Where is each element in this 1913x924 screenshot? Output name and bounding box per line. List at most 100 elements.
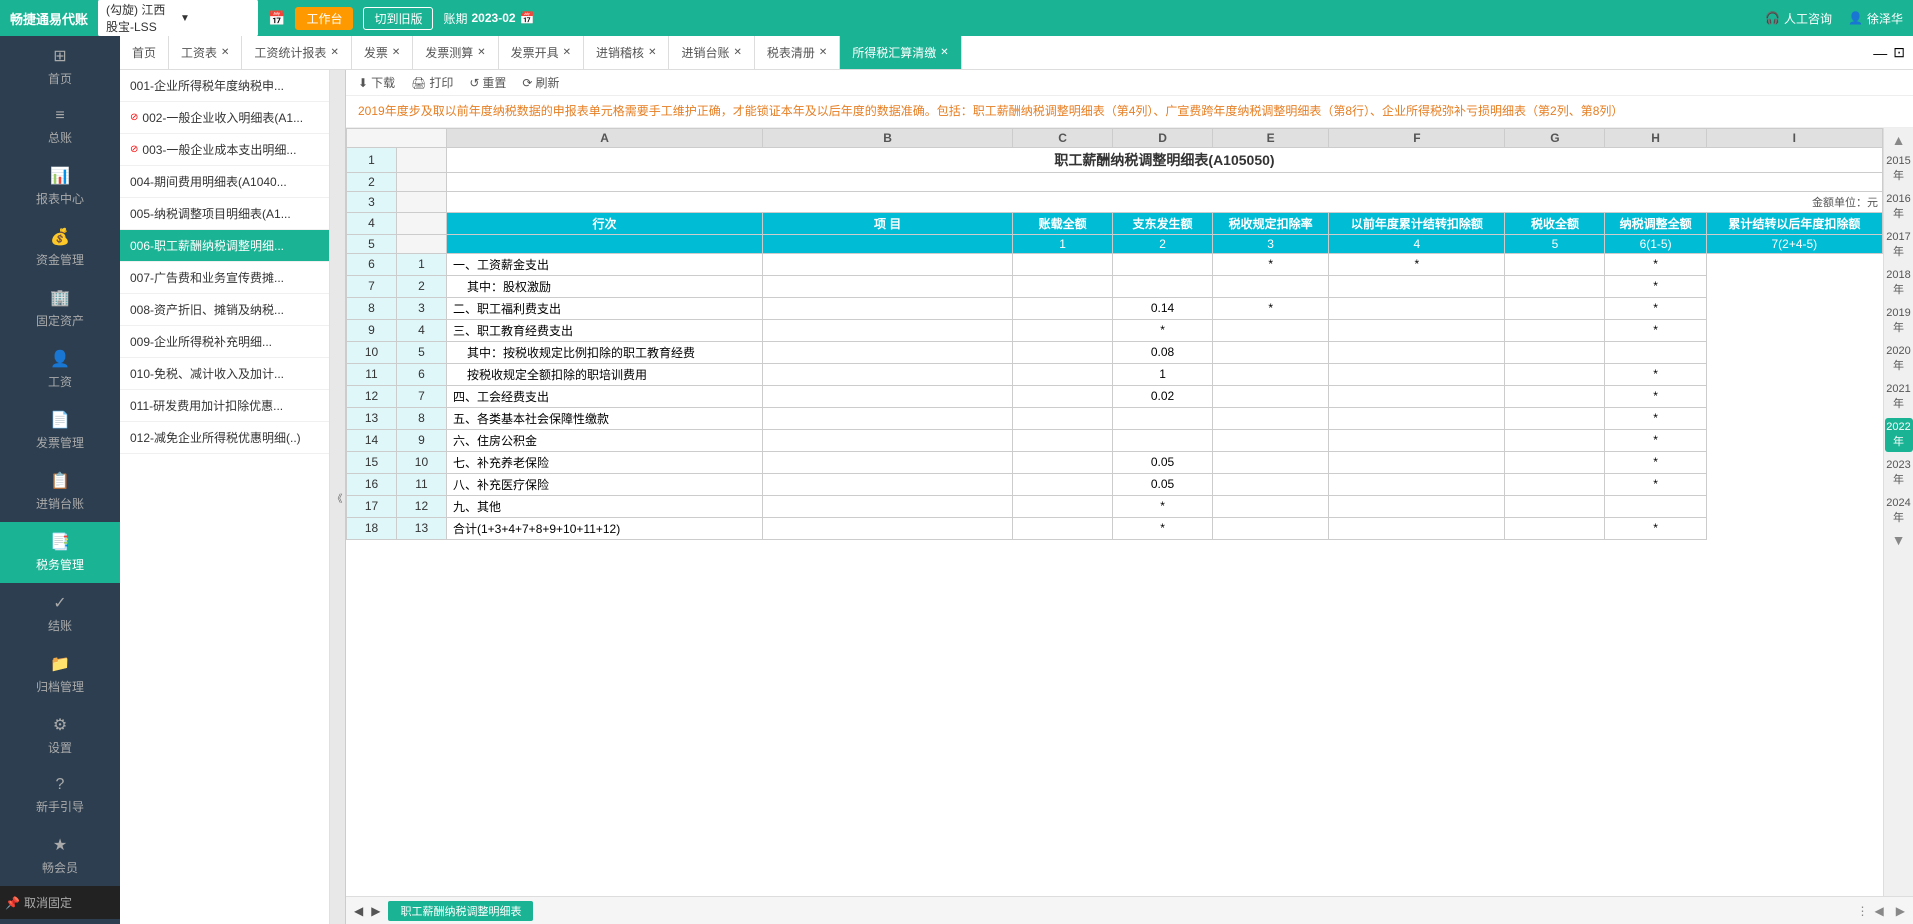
left-panel-item-006[interactable]: 006-职工薪酬纳税调整明细... [120,230,329,262]
tab-minimize-icon[interactable]: — [1873,45,1887,61]
tab-close-tax-forms[interactable]: ✕ [819,47,827,58]
scroll-left-icon[interactable]: ◀ [1875,904,1884,918]
year-2020[interactable]: 2020年 [1885,342,1913,376]
table-row: 11 6 按税收规定全额扣除的职培训费用 1 * [347,363,1883,385]
table-row: 9 4 三、职工教育经费支出 * * [347,319,1883,341]
tab-close-invoice-calc[interactable]: ✕ [477,47,485,58]
left-panel-item-011[interactable]: 011-研发费用加计扣除优惠... [120,390,329,422]
prev-sheet-icon[interactable]: ◀ [354,904,363,918]
company-selector[interactable]: (勾旋) 江西股宝-LSS ▼ [98,0,258,37]
year-2023[interactable]: 2023年 [1885,456,1913,490]
sidebar-item-home[interactable]: ⊞ 首页 [0,36,120,97]
tab-tax-forms[interactable]: 税表清册✕ [755,36,840,70]
reset-button[interactable]: ↺ 重置 [469,74,506,91]
year-2015[interactable]: 2015年 [1885,152,1913,186]
left-panel-item-003[interactable]: ⊘003-一般企业成本支出明细... [120,134,329,166]
more-icon[interactable]: ⋮ [1857,904,1869,918]
year-2024[interactable]: 2024年 [1885,494,1913,528]
headset-icon: 🎧 [1765,11,1780,25]
col-G: G [1505,128,1605,147]
sidebar-item-salary[interactable]: 👤 工资 [0,339,120,400]
tab-close-sales-audit[interactable]: ✕ [648,47,656,58]
tab-invoice-calc[interactable]: 发票测算✕ [413,36,498,70]
tab-close-sales-ledger[interactable]: ✕ [733,47,741,58]
tab-maximize-icon[interactable]: ⊡ [1893,44,1905,61]
year-2016[interactable]: 2016年 [1885,190,1913,224]
left-panel-item-001[interactable]: 001-企业所得税年度纳税申... [120,70,329,102]
tab-invoice-open[interactable]: 发票开具✕ [499,36,584,70]
home-icon: ⊞ [53,46,66,66]
row-num-5: 5 [347,234,397,253]
tab-payroll[interactable]: 工资表✕ [169,36,242,70]
support-button[interactable]: 🎧 人工咨询 [1765,10,1832,27]
left-panel-item-002[interactable]: ⊘002-一般企业收入明细表(A1... [120,102,329,134]
tab-close-invoice[interactable]: ✕ [392,47,400,58]
tab-close-invoice-open[interactable]: ✕ [563,47,571,58]
tab-close-payroll-stats[interactable]: ✕ [330,47,338,58]
sidebar-item-reports[interactable]: 📊 报表中心 [0,156,120,217]
salary-icon: 👤 [50,349,70,369]
sidebar-item-assets[interactable]: 🏢 固定资产 [0,278,120,339]
left-panel-item-009[interactable]: 009-企业所得税补充明细... [120,326,329,358]
print-button[interactable]: 🖨 打印 [411,74,453,91]
tab-invoice[interactable]: 发票✕ [352,36,413,70]
scroll-down-arrow[interactable]: ▼ [1892,532,1906,548]
year-navigation: ▲ 2015年 2016年 2017年 2018年 2019年 2020年 20… [1883,128,1913,897]
scroll-up-arrow[interactable]: ▲ [1892,132,1906,148]
table-title: 职工薪酬纳税调整明细表(A105050) [446,147,1882,172]
back-button[interactable]: 切到旧版 [363,7,433,30]
error-icon-002: ⊘ [130,112,138,123]
sidebar-item-tax[interactable]: 📑 税务管理 [0,522,120,583]
next-sheet-icon[interactable]: ▶ [371,904,380,918]
tab-home[interactable]: 首页 [120,36,169,70]
left-panel-item-004[interactable]: 004-期间费用明细表(A1040... [120,166,329,198]
left-panel-item-010[interactable]: 010-免税、减计收入及加计... [120,358,329,390]
sidebar-item-invoice[interactable]: 📄 发票管理 [0,400,120,461]
sidebar-item-sales[interactable]: 📋 进销台账 [0,461,120,522]
tab-sales-audit[interactable]: 进销稽核✕ [584,36,669,70]
left-panel-item-005[interactable]: 005-纳税调整项目明细表(A1... [120,198,329,230]
table-row: 17 12 九、其他 * [347,495,1883,517]
sheet-tab[interactable]: 职工薪酬纳税调整明细表 [388,901,533,921]
workbench-button[interactable]: 工作台 [295,7,353,30]
refresh-button[interactable]: ⟳ 刷新 [522,74,559,91]
download-button[interactable]: ⬇ 下载 [358,74,395,91]
sidebar-item-close[interactable]: ✓ 结账 [0,583,120,644]
tab-payroll-stats[interactable]: 工资统计报表✕ [242,36,351,70]
user-menu[interactable]: 👤 徐泽华 [1848,10,1903,27]
top-bar: 畅捷通易代账 (勾旋) 江西股宝-LSS ▼ 📅 工作台 切到旧版 账期 202… [0,0,1913,36]
scroll-right-icon[interactable]: ▶ [1896,904,1905,918]
year-2019[interactable]: 2019年 [1885,304,1913,338]
cancel-pin-button[interactable]: 📌 取消固定 [0,886,120,919]
sidebar-item-member[interactable]: ★ 畅会员 [0,825,120,886]
period-calendar-icon[interactable]: 📅 [520,11,535,25]
tab-sales-ledger[interactable]: 进销台账✕ [669,36,754,70]
year-2018[interactable]: 2018年 [1885,266,1913,300]
tab-close-payroll[interactable]: ✕ [221,47,229,58]
toolbar: ⬇ 下载 🖨 打印 ↺ 重置 ⟳ 刷新 [346,70,1913,96]
sidebar-item-settings[interactable]: ⚙ 设置 [0,705,120,766]
sidebar-item-archive[interactable]: 📁 归档管理 [0,644,120,705]
tab-income-tax[interactable]: 所得税汇算清缴✕ [840,36,961,70]
sidebar-item-ledger[interactable]: ≡ 总账 [0,97,120,156]
reset-icon: ↺ [469,76,479,90]
panel-collapse-button[interactable]: 《 [330,70,346,924]
header-c2: 支东发生额 [1113,212,1213,234]
left-panel-item-007[interactable]: 007-广告费和业务宣传费摊... [120,262,329,294]
member-icon: ★ [53,835,67,855]
spreadsheet-area[interactable]: A B C D E F G H I [346,128,1883,897]
main-layout: ⊞ 首页 ≡ 总账 📊 报表中心 💰 资金管理 🏢 固定资产 👤 工资 📄 发票… [0,36,1913,924]
year-2017[interactable]: 2017年 [1885,228,1913,262]
col-E: E [1213,128,1329,147]
table-row: 15 10 七、补充养老保险 0.05 * [347,451,1883,473]
left-panel-item-012[interactable]: 012-减免企业所得税优惠明细(..) [120,422,329,454]
left-panel-item-008[interactable]: 008-资产折旧、摊销及纳税... [120,294,329,326]
sidebar-item-funds[interactable]: 💰 资金管理 [0,217,120,278]
year-2021[interactable]: 2021年 [1885,380,1913,414]
year-2022[interactable]: 2022年 [1885,418,1913,452]
company-chevron-icon: ▼ [180,13,250,24]
tab-close-income-tax[interactable]: ✕ [940,47,948,58]
col-num-3: 3 [1213,234,1329,253]
unit-label: 金额单位：元 [446,191,1882,212]
sidebar-item-guide[interactable]: ? 新手引导 [0,766,120,825]
